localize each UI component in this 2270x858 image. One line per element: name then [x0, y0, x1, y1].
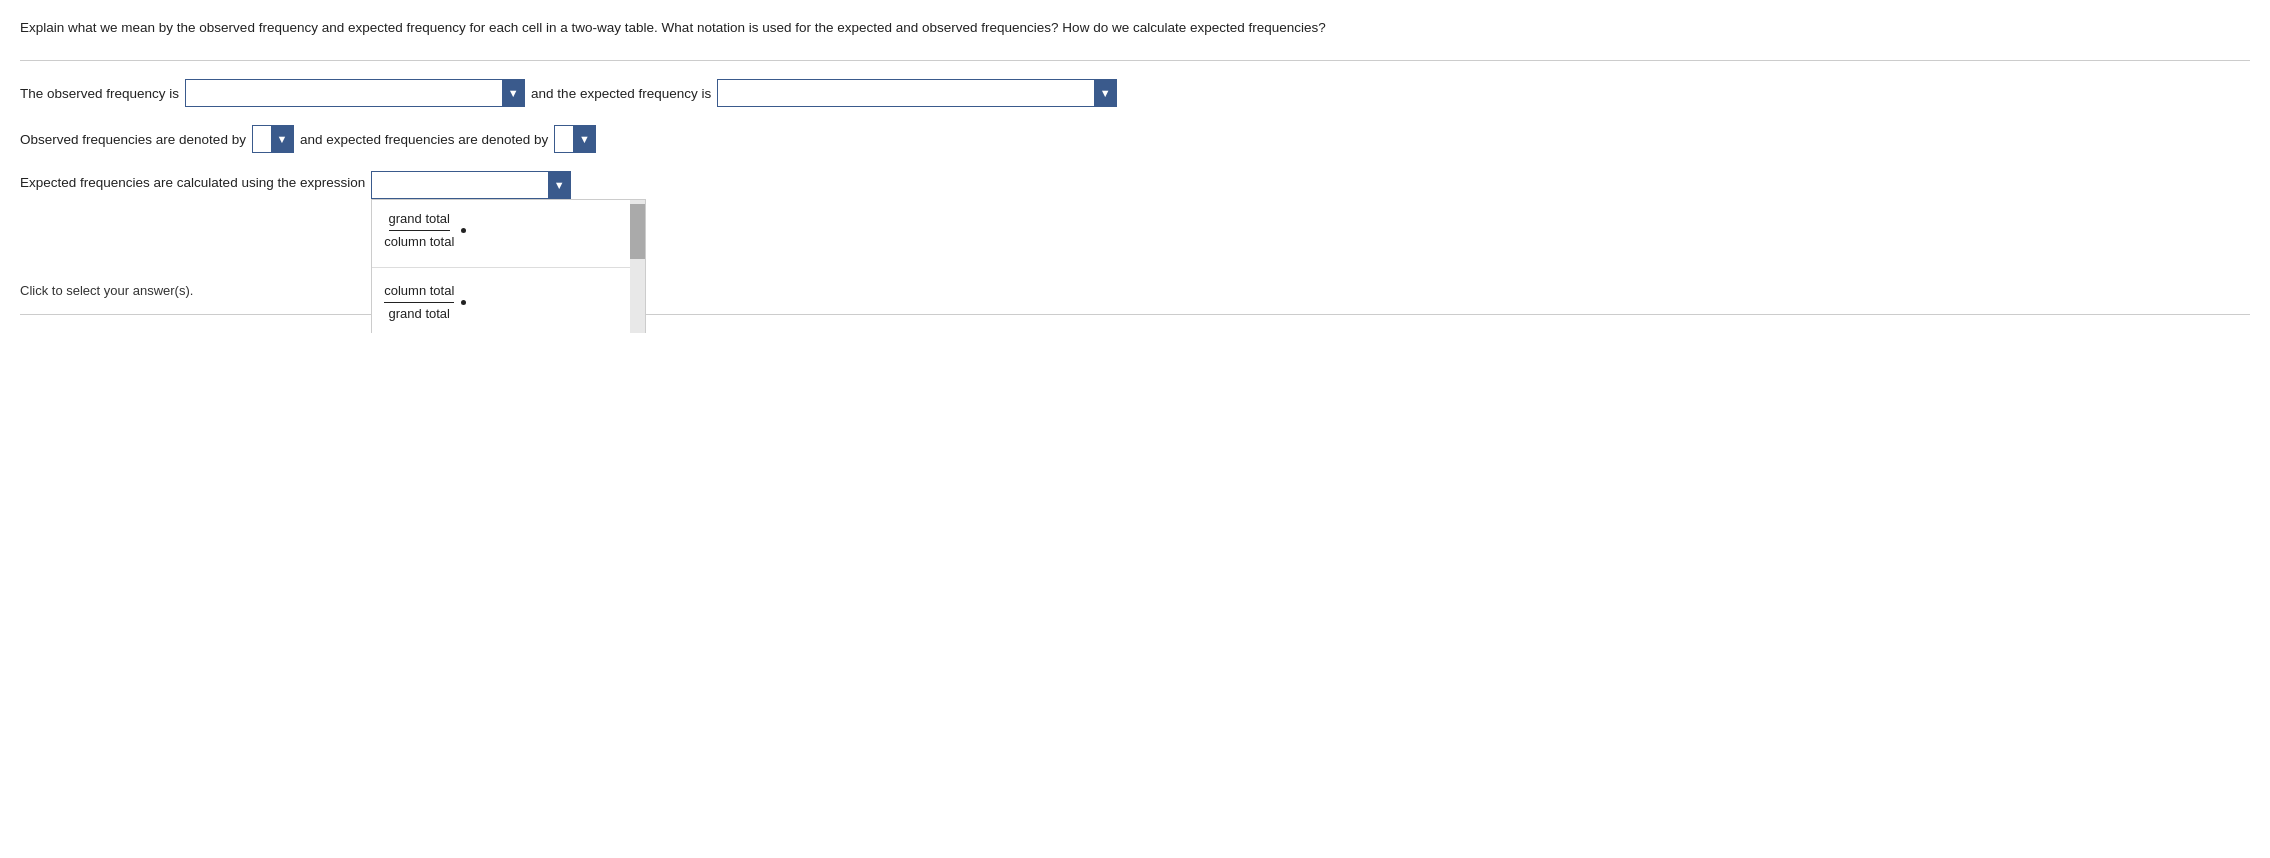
expected-notation-dropdown[interactable]: ▼	[554, 125, 596, 153]
row1-prefix: The observed frequency is	[20, 86, 179, 101]
observed-frequency-arrow[interactable]: ▼	[502, 80, 524, 106]
row-notation: Observed frequencies are denoted by ▼ an…	[20, 125, 2250, 153]
top-divider	[20, 60, 2250, 61]
fraction-1-denominator: column total	[384, 231, 454, 251]
question-text: Explain what we mean by the observed fre…	[20, 18, 1520, 38]
popup-scrollbar[interactable]	[630, 200, 645, 333]
option-grand-total-over-column-total[interactable]: grand total column total	[372, 200, 645, 262]
sep-1	[372, 267, 645, 268]
fraction-2-denominator: grand total	[389, 303, 450, 323]
option-column-total-over-grand-total[interactable]: column total grand total	[372, 272, 645, 334]
observed-notation-dropdown[interactable]: ▼	[252, 125, 294, 153]
expression-dropdown-container: ▼ grand total column total column total …	[371, 171, 571, 202]
expected-notation-arrow[interactable]: ▼	[573, 126, 595, 152]
expression-dropdown-popup: grand total column total column total gr…	[371, 199, 646, 333]
row3-prefix: Expected frequencies are calculated usin…	[20, 175, 365, 190]
expected-frequency-arrow[interactable]: ▼	[1094, 80, 1116, 106]
row-observed-expected: The observed frequency is ▼ and the expe…	[20, 79, 2250, 107]
observed-notation-arrow[interactable]: ▼	[271, 126, 293, 152]
bottom-divider	[20, 314, 2250, 315]
fraction-2-numerator: column total	[384, 282, 454, 303]
popup-scrollbar-thumb[interactable]	[630, 204, 645, 259]
option-dot-2	[461, 300, 466, 305]
fraction-1: grand total column total	[384, 210, 454, 251]
row2-prefix: Observed frequencies are denoted by	[20, 132, 246, 147]
option-dot-1	[461, 228, 466, 233]
expression-dropdown-arrow[interactable]: ▼	[548, 172, 570, 198]
row1-connector: and the expected frequency is	[531, 86, 711, 101]
fraction-2: column total grand total	[384, 282, 454, 323]
expression-dropdown[interactable]: ▼	[371, 171, 571, 199]
expected-frequency-dropdown[interactable]: ▼	[717, 79, 1117, 107]
row2-connector: and expected frequencies are denoted by	[300, 132, 548, 147]
click-hint-area: Click to select your answer(s).	[20, 282, 2250, 298]
row-expression: Expected frequencies are calculated usin…	[20, 171, 2250, 202]
fraction-1-numerator: grand total	[389, 210, 450, 231]
click-hint-text: Click to select your answer(s).	[20, 283, 193, 298]
observed-frequency-dropdown[interactable]: ▼	[185, 79, 525, 107]
